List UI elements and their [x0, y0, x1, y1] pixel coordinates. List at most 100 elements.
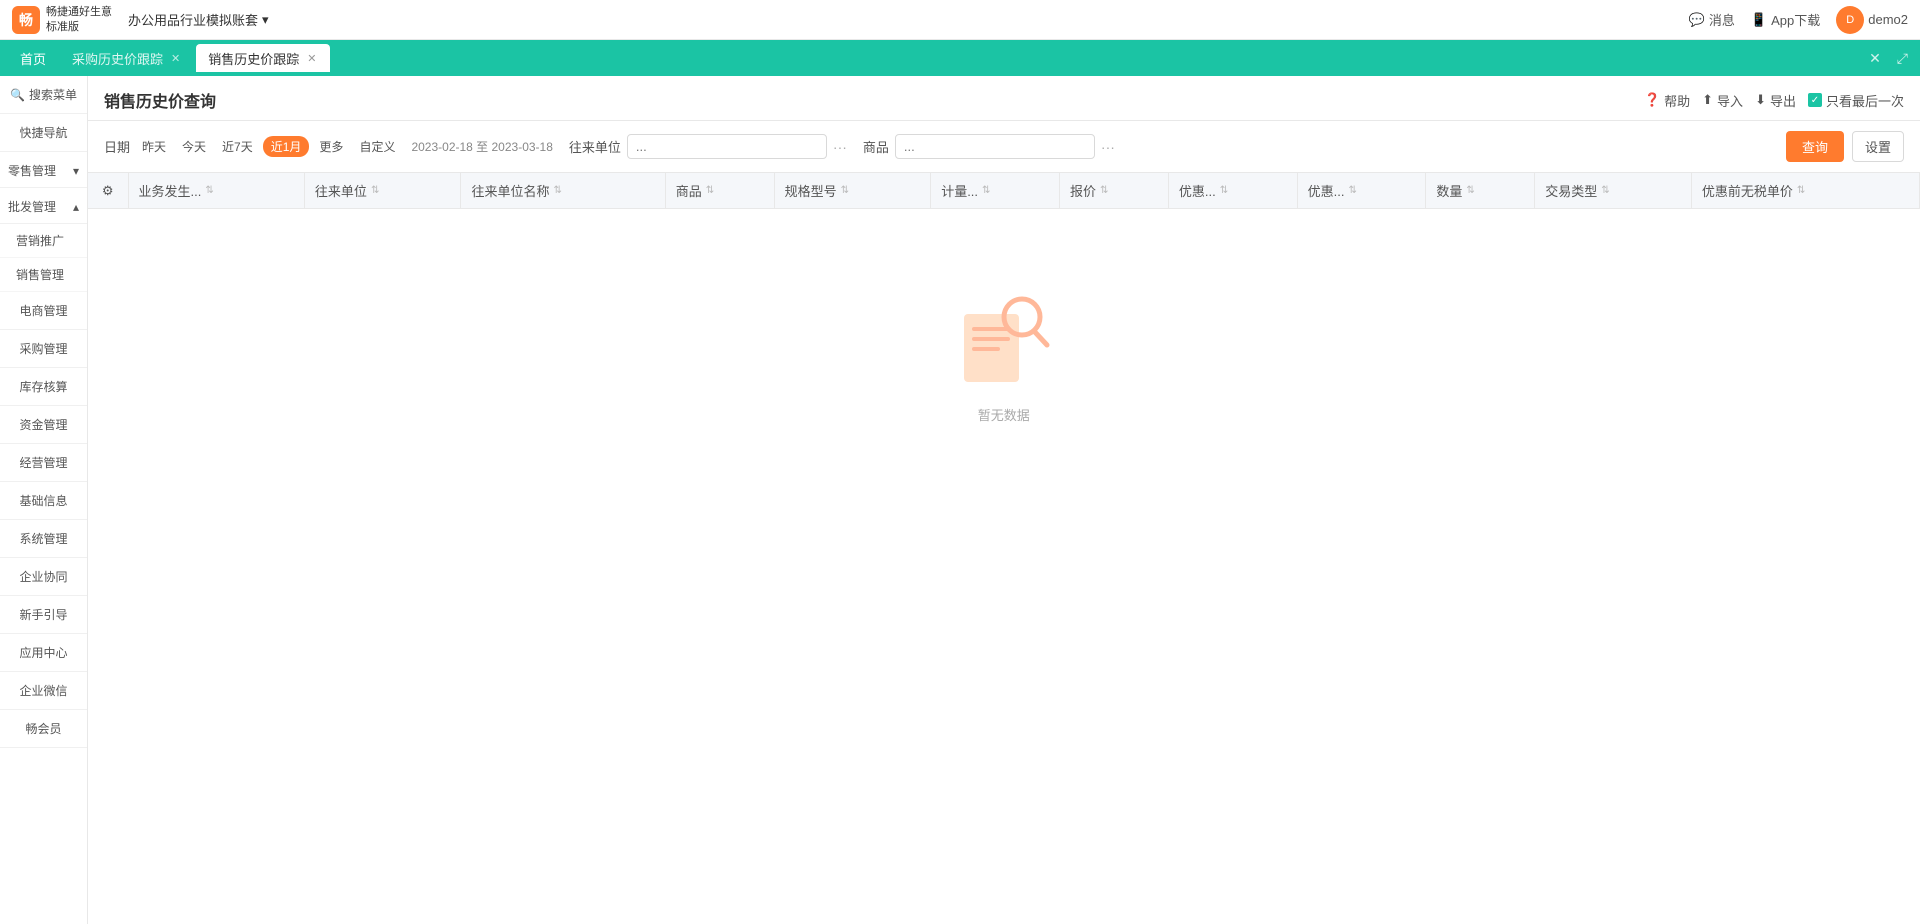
date-label: 日期: [104, 137, 130, 156]
th-trade-type[interactable]: 交易类型 ⇅: [1535, 173, 1692, 209]
product-picker-button[interactable]: ···: [1101, 139, 1115, 155]
tab-bar: 首页 采购历史价跟踪 ✕ 销售历史价跟踪 ✕ ✕ ⤢: [0, 40, 1920, 76]
sidebar-item-wholesale[interactable]: 批发管理 ▴: [0, 188, 87, 224]
page-header: 销售历史价查询 ❓ 帮助 ⬆ 导入 ⬇ 导出 ✓ 只看最后一次: [88, 76, 1920, 121]
top-bar: 畅 畅捷通好生意 标准版 办公用品行业模拟账套 ▾ 💬 消息 📱 App下载 D…: [0, 0, 1920, 40]
sort-icon: ⇅: [841, 185, 849, 196]
sidebar-item-enterprise[interactable]: 企业协同: [0, 558, 87, 596]
unit-filter-group: 往来单位 ···: [569, 134, 847, 159]
tab-bar-actions: ✕ ⤢: [1865, 46, 1912, 71]
sidebar-item-system[interactable]: 系统管理: [0, 520, 87, 558]
date-btn-custom[interactable]: 自定义: [353, 136, 401, 157]
help-button[interactable]: ❓ 帮助: [1644, 91, 1690, 110]
export-button[interactable]: ⬇ 导出: [1755, 91, 1796, 110]
settings-icon[interactable]: ⚙: [102, 183, 114, 198]
data-table: ⚙ 业务发生... ⇅ 往来单位 ⇅: [88, 173, 1920, 504]
query-button[interactable]: 查询: [1786, 131, 1844, 162]
logo-icon: 畅: [12, 6, 40, 34]
date-btn-1month[interactable]: 近1月: [263, 136, 310, 157]
chevron-down-icon: ▾: [262, 12, 269, 28]
product-label: 商品: [863, 137, 889, 156]
logo-area: 畅 畅捷通好生意 标准版: [12, 5, 112, 34]
empty-row: 暂无数据: [88, 209, 1920, 505]
chevron-down-icon: ▾: [73, 164, 79, 178]
th-product[interactable]: 商品 ⇅: [665, 173, 774, 209]
sidebar-item-shortcut[interactable]: 快捷导航: [0, 114, 87, 152]
sidebar-item-basic-info[interactable]: 基础信息: [0, 482, 87, 520]
close-tab-button[interactable]: ✕: [1865, 46, 1885, 71]
download-icon: 📱: [1751, 12, 1767, 28]
import-button[interactable]: ⬆ 导入: [1702, 91, 1743, 110]
maximize-button[interactable]: ⤢: [1893, 46, 1912, 71]
unit-label: 往来单位: [569, 137, 621, 156]
date-btn-today[interactable]: 今天: [176, 136, 212, 157]
message-button[interactable]: 💬 消息: [1689, 10, 1735, 29]
th-spec[interactable]: 规格型号 ⇅: [774, 173, 931, 209]
sidebar-item-member[interactable]: 畅会员: [0, 710, 87, 748]
th-quote[interactable]: 报价 ⇅: [1059, 173, 1168, 209]
sort-icon: ⇅: [1797, 185, 1805, 196]
sidebar-item-purchase[interactable]: 采购管理: [0, 330, 87, 368]
sidebar-item-newbie[interactable]: 新手引导: [0, 596, 87, 634]
sidebar-item-search[interactable]: 🔍 搜索菜单: [0, 76, 87, 114]
export-icon: ⬇: [1755, 92, 1766, 108]
last-only-checkbox-group: ✓ 只看最后一次: [1808, 91, 1904, 110]
date-filter-group: 日期 昨天 今天 近7天 近1月 更多 自定义 2023-02-18 至 202…: [104, 136, 553, 157]
tab-home[interactable]: 首页: [8, 44, 58, 72]
filter-bar: 日期 昨天 今天 近7天 近1月 更多 自定义 2023-02-18 至 202…: [88, 121, 1920, 173]
sort-icon: ⇅: [554, 185, 562, 196]
avatar: D: [1836, 6, 1864, 34]
sort-icon: ⇅: [982, 185, 990, 196]
table-header-row: ⚙ 业务发生... ⇅ 往来单位 ⇅: [88, 173, 1920, 209]
page-title: 销售历史价查询: [104, 88, 216, 112]
sort-icon: ⇅: [1348, 185, 1356, 196]
sort-icon: ⇅: [706, 185, 714, 196]
purchase-history-tab-close[interactable]: ✕: [169, 51, 182, 66]
th-unit[interactable]: 计量... ⇅: [931, 173, 1060, 209]
chevron-up-icon: ▴: [73, 200, 79, 214]
sidebar-item-app-center[interactable]: 应用中心: [0, 634, 87, 672]
tab-sales-history[interactable]: 销售历史价跟踪 ✕: [196, 44, 330, 72]
empty-text: 暂无数据: [978, 405, 1030, 424]
app-download-button[interactable]: 📱 App下载: [1751, 10, 1820, 29]
sidebar-item-sales-mgmt[interactable]: 销售管理: [0, 258, 87, 292]
home-tab-label: 首页: [20, 49, 46, 68]
product-input[interactable]: [895, 134, 1095, 159]
date-btn-7days[interactable]: 近7天: [216, 136, 259, 157]
main-layout: 🔍 搜索菜单 快捷导航 零售管理 ▾ 批发管理 ▴ 营销推广 销售管理 电商管理…: [0, 76, 1920, 924]
sort-icon: ⇅: [205, 185, 213, 196]
filter-actions: 查询 设置: [1786, 131, 1904, 162]
user-menu[interactable]: D demo2: [1836, 6, 1908, 34]
unit-input[interactable]: [627, 134, 827, 159]
th-unit-code[interactable]: 往来单位 ⇅: [304, 173, 461, 209]
unit-picker-button[interactable]: ···: [833, 139, 847, 155]
sidebar-item-marketing[interactable]: 营销推广: [0, 224, 87, 258]
th-discount2[interactable]: 优惠... ⇅: [1297, 173, 1426, 209]
th-pretax-price[interactable]: 优惠前无税单价 ⇅: [1691, 173, 1919, 209]
th-settings[interactable]: ⚙: [88, 173, 128, 209]
sidebar-item-ecommerce[interactable]: 电商管理: [0, 292, 87, 330]
tab-purchase-history[interactable]: 采购历史价跟踪 ✕: [60, 44, 194, 72]
th-discount1[interactable]: 优惠... ⇅: [1168, 173, 1297, 209]
sidebar-item-finance[interactable]: 资金管理: [0, 406, 87, 444]
app-selector[interactable]: 办公用品行业模拟账套 ▾: [120, 6, 277, 33]
empty-area: 暂无数据: [88, 209, 1920, 504]
date-range-display: 2023-02-18 至 2023-03-18: [411, 138, 552, 155]
purchase-history-tab-label: 采购历史价跟踪: [72, 49, 163, 68]
message-icon: 💬: [1689, 12, 1705, 28]
sidebar-item-retail[interactable]: 零售管理 ▾: [0, 152, 87, 188]
date-btn-more[interactable]: 更多: [313, 136, 349, 157]
date-btn-yesterday[interactable]: 昨天: [136, 136, 172, 157]
sales-history-tab-close[interactable]: ✕: [305, 51, 318, 66]
sidebar-item-inventory[interactable]: 库存核算: [0, 368, 87, 406]
th-qty[interactable]: 数量 ⇅: [1426, 173, 1535, 209]
sidebar-item-corp-wechat[interactable]: 企业微信: [0, 672, 87, 710]
sidebar-item-operations[interactable]: 经营管理: [0, 444, 87, 482]
th-biz-date[interactable]: 业务发生... ⇅: [128, 173, 304, 209]
table-header: ⚙ 业务发生... ⇅ 往来单位 ⇅: [88, 173, 1920, 209]
sort-icon: ⇅: [1100, 185, 1108, 196]
last-only-checkbox[interactable]: ✓: [1808, 93, 1822, 107]
th-unit-name[interactable]: 往来单位名称 ⇅: [461, 173, 665, 209]
filter-settings-button[interactable]: 设置: [1852, 131, 1904, 162]
help-icon: ❓: [1644, 92, 1660, 108]
